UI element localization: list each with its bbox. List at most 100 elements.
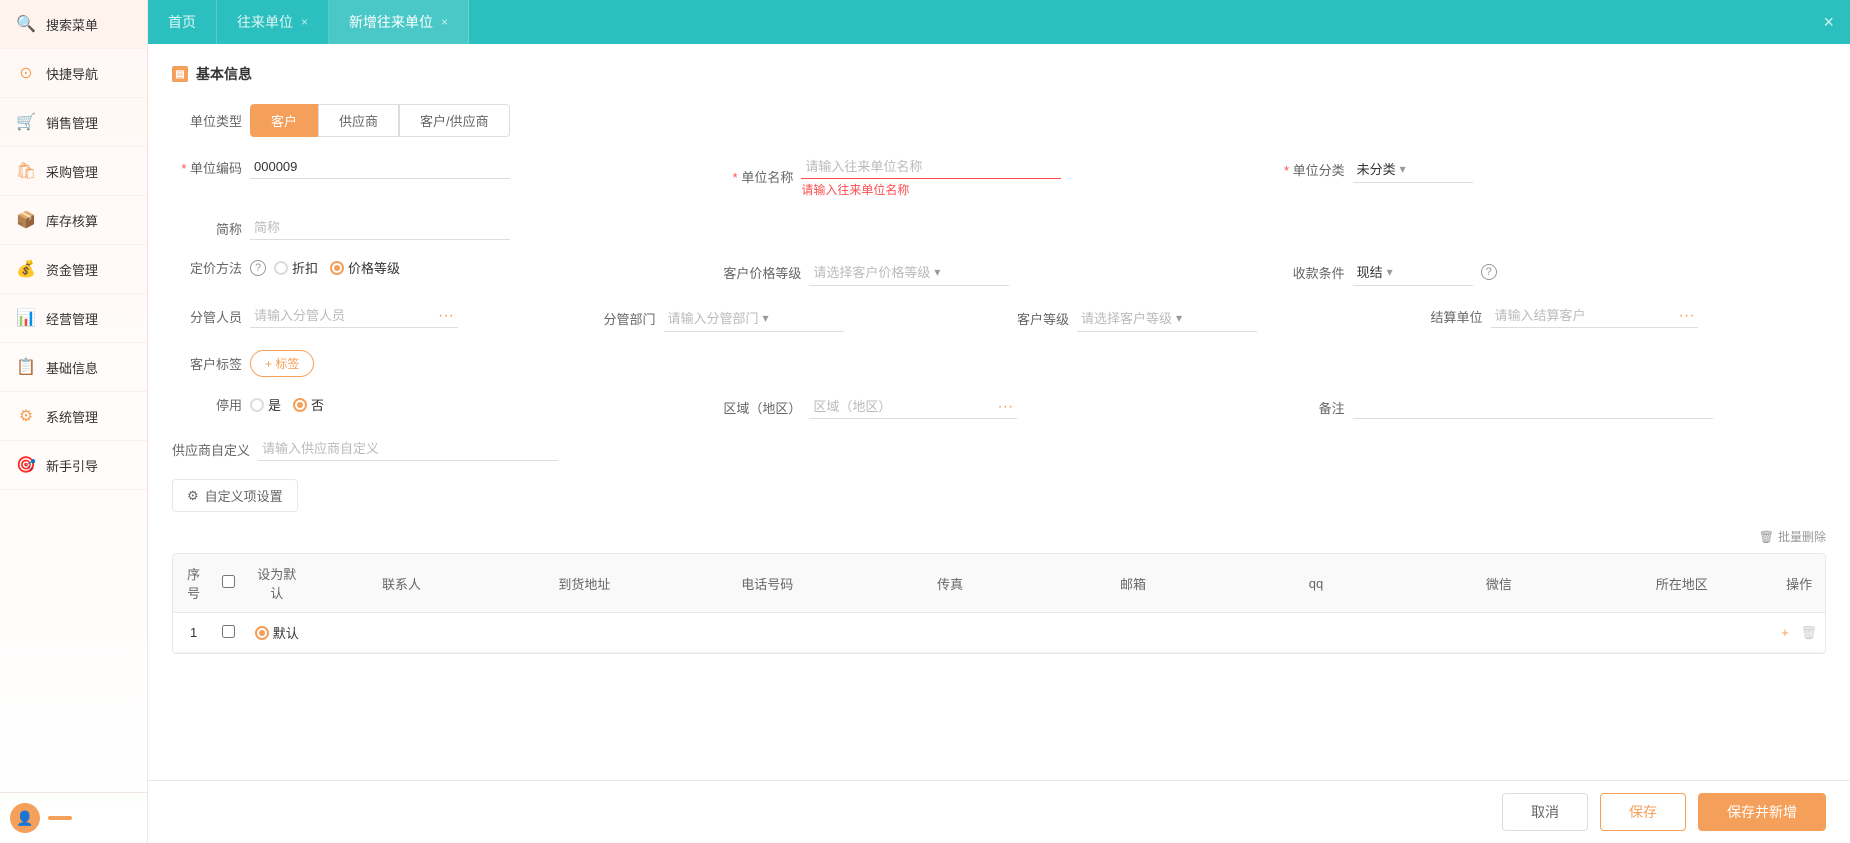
sidebar-item-inventory[interactable]: 📦 库存核算 xyxy=(0,196,147,245)
tab-home[interactable]: 首页 xyxy=(148,0,217,44)
payment-field: 收款条件 现结 ▾ ? xyxy=(1275,258,1826,286)
region-field: 区域（地区） ··· xyxy=(723,395,1274,419)
manager-input[interactable] xyxy=(250,304,434,327)
supplier-custom-field: 供应商自定义 xyxy=(172,437,1826,461)
pricing-help-icon[interactable]: ? xyxy=(250,260,266,276)
region-dots-btn[interactable]: ··· xyxy=(993,398,1017,416)
col-region: 所在地区 xyxy=(1590,554,1773,613)
pricing-option-level[interactable]: 价格等级 xyxy=(330,258,400,277)
cancel-button[interactable]: 取消 xyxy=(1502,793,1588,831)
bulk-delete-btn[interactable]: 🗑 批量删除 xyxy=(1759,528,1826,545)
table-row: 1 默认 xyxy=(173,613,1825,653)
row-add-btn[interactable]: + xyxy=(1781,625,1789,640)
col-phone: 电话号码 xyxy=(676,554,859,613)
select-all-checkbox[interactable] xyxy=(222,575,235,588)
tab-bar-close-btn[interactable]: × xyxy=(1807,12,1850,33)
row-wechat-input[interactable] xyxy=(1415,625,1582,640)
row-delete-btn[interactable]: 🗑 xyxy=(1800,625,1817,640)
inventory-icon: 📦 xyxy=(16,210,36,230)
disabled-field: 停用 是 否 xyxy=(172,395,723,414)
tab-new-counterparty[interactable]: 新增往来单位 × xyxy=(329,0,469,44)
btn-type-both[interactable]: 客户/供应商 xyxy=(399,104,510,137)
settlement-dots-btn[interactable]: ··· xyxy=(1675,307,1699,325)
save-new-button[interactable]: 保存并新增 xyxy=(1698,793,1826,831)
unit-name-input[interactable] xyxy=(801,155,1061,179)
sidebar-item-search[interactable]: 🔍 搜索菜单 xyxy=(0,0,147,49)
dept-chevron: ▾ xyxy=(763,311,769,325)
sidebar-bottom: 👤 xyxy=(0,792,147,843)
sidebar-item-purchase[interactable]: 🛍 采购管理 xyxy=(0,147,147,196)
tab-new-counterparty-close[interactable]: × xyxy=(441,16,448,28)
unit-category-select[interactable]: 未分类 ▾ xyxy=(1353,155,1473,183)
row-phone-input[interactable] xyxy=(684,625,851,640)
row-address[interactable] xyxy=(493,613,676,653)
user-avatar: 👤 xyxy=(10,803,40,833)
pricing-discount-label: 折扣 xyxy=(292,258,318,277)
row-address-input[interactable] xyxy=(501,625,668,640)
manager-row: 分管人员 ··· 分管部门 请输入分管部门 ▾ 客户等级 请选择客户等级 ▾ xyxy=(172,304,1826,332)
payment-select[interactable]: 现结 ▾ xyxy=(1353,258,1473,286)
pricing-row: 定价方法 ? 折扣 价格等级 客户价格等级 请选择客户价格等级 xyxy=(172,258,1826,286)
unit-code-input[interactable] xyxy=(250,155,510,179)
tab-counterparty[interactable]: 往来单位 × xyxy=(217,0,329,44)
sidebar-item-sales[interactable]: 🛒 销售管理 xyxy=(0,98,147,147)
sidebar: 🔍 搜索菜单 ⊙ 快捷导航 🛒 销售管理 🛍 采购管理 📦 库存核算 💰 资金管… xyxy=(0,0,148,843)
note-input[interactable] xyxy=(1353,395,1713,419)
row-checkbox[interactable] xyxy=(222,625,235,638)
customer-level-select[interactable]: 请选择客户等级 ▾ xyxy=(1077,304,1257,332)
pricing-option-discount[interactable]: 折扣 xyxy=(274,258,318,277)
custom-settings-btn[interactable]: ⚙ 自定义项设置 xyxy=(172,479,298,512)
dept-select[interactable]: 请输入分管部门 ▾ xyxy=(664,304,844,332)
row-qq-input[interactable] xyxy=(1232,625,1399,640)
tab-counterparty-close[interactable]: × xyxy=(301,16,308,28)
payment-label: 收款条件 xyxy=(1275,263,1345,282)
settlement-input[interactable] xyxy=(1491,304,1675,327)
btn-type-customer[interactable]: 客户 xyxy=(250,104,318,137)
tab-home-label: 首页 xyxy=(168,12,196,32)
save-button[interactable]: 保存 xyxy=(1600,793,1686,831)
sidebar-item-finance[interactable]: 💰 资金管理 xyxy=(0,245,147,294)
row-contact-input[interactable] xyxy=(318,625,485,640)
row-email[interactable] xyxy=(1042,613,1225,653)
row-default-radio[interactable]: 默认 xyxy=(251,623,302,642)
sidebar-item-operations[interactable]: 📊 经营管理 xyxy=(0,294,147,343)
region-input[interactable] xyxy=(809,395,993,418)
col-wechat: 微信 xyxy=(1407,554,1590,613)
row-fax-input[interactable] xyxy=(867,625,1034,640)
payment-help-icon[interactable]: ? xyxy=(1481,264,1497,280)
unit-name-label: 单位名称 xyxy=(723,167,793,186)
sidebar-item-quick-nav[interactable]: ⊙ 快捷导航 xyxy=(0,49,147,98)
customer-level-field: 客户等级 请选择客户等级 ▾ xyxy=(999,304,1413,332)
supplier-custom-input[interactable] xyxy=(258,437,558,461)
disabled-option-no[interactable]: 否 xyxy=(293,395,324,414)
row-contact[interactable] xyxy=(310,613,493,653)
row-phone[interactable] xyxy=(676,613,859,653)
sidebar-item-label: 采购管理 xyxy=(46,162,98,181)
sidebar-item-guide[interactable]: 🎯 新手引导 xyxy=(0,441,147,490)
sidebar-item-basic-info[interactable]: 📋 基础信息 xyxy=(0,343,147,392)
row-qq[interactable] xyxy=(1224,613,1407,653)
payment-chevron: ▾ xyxy=(1387,265,1393,279)
unit-type-field: 单位类型 客户 供应商 客户/供应商 xyxy=(172,104,1826,137)
main-area: 首页 往来单位 × 新增往来单位 × × ▤ 基本信息 单位类型 客户 供应商 … xyxy=(148,0,1850,843)
manager-dots-btn[interactable]: ··· xyxy=(434,307,458,325)
sidebar-item-label: 搜索菜单 xyxy=(46,15,98,34)
contacts-table: 序号 设为默认 联系人 到货地址 电话号码 传真 邮箱 qq 微信 所在地区 操… xyxy=(172,553,1826,654)
disabled-option-yes[interactable]: 是 xyxy=(250,395,281,414)
sidebar-item-system[interactable]: ⚙ 系统管理 xyxy=(0,392,147,441)
row-region-input[interactable] xyxy=(1598,625,1765,640)
btn-type-supplier[interactable]: 供应商 xyxy=(318,104,399,137)
customer-level-label: 客户等级 xyxy=(999,309,1069,328)
note-label: 备注 xyxy=(1275,398,1345,417)
short-name-input[interactable] xyxy=(250,216,510,240)
customer-level-chevron: ▾ xyxy=(1176,311,1182,325)
row-wechat[interactable] xyxy=(1407,613,1590,653)
unit-type-btn-group: 客户 供应商 客户/供应商 xyxy=(250,104,510,137)
add-tag-btn[interactable]: + 标签 xyxy=(250,350,314,377)
customer-price-chevron: ▾ xyxy=(934,265,940,279)
row-fax[interactable] xyxy=(859,613,1042,653)
section-header: ▤ 基本信息 xyxy=(172,64,1826,84)
row-email-input[interactable] xyxy=(1050,625,1217,640)
customer-price-select[interactable]: 请选择客户价格等级 ▾ xyxy=(809,258,1009,286)
row-region[interactable] xyxy=(1590,613,1773,653)
